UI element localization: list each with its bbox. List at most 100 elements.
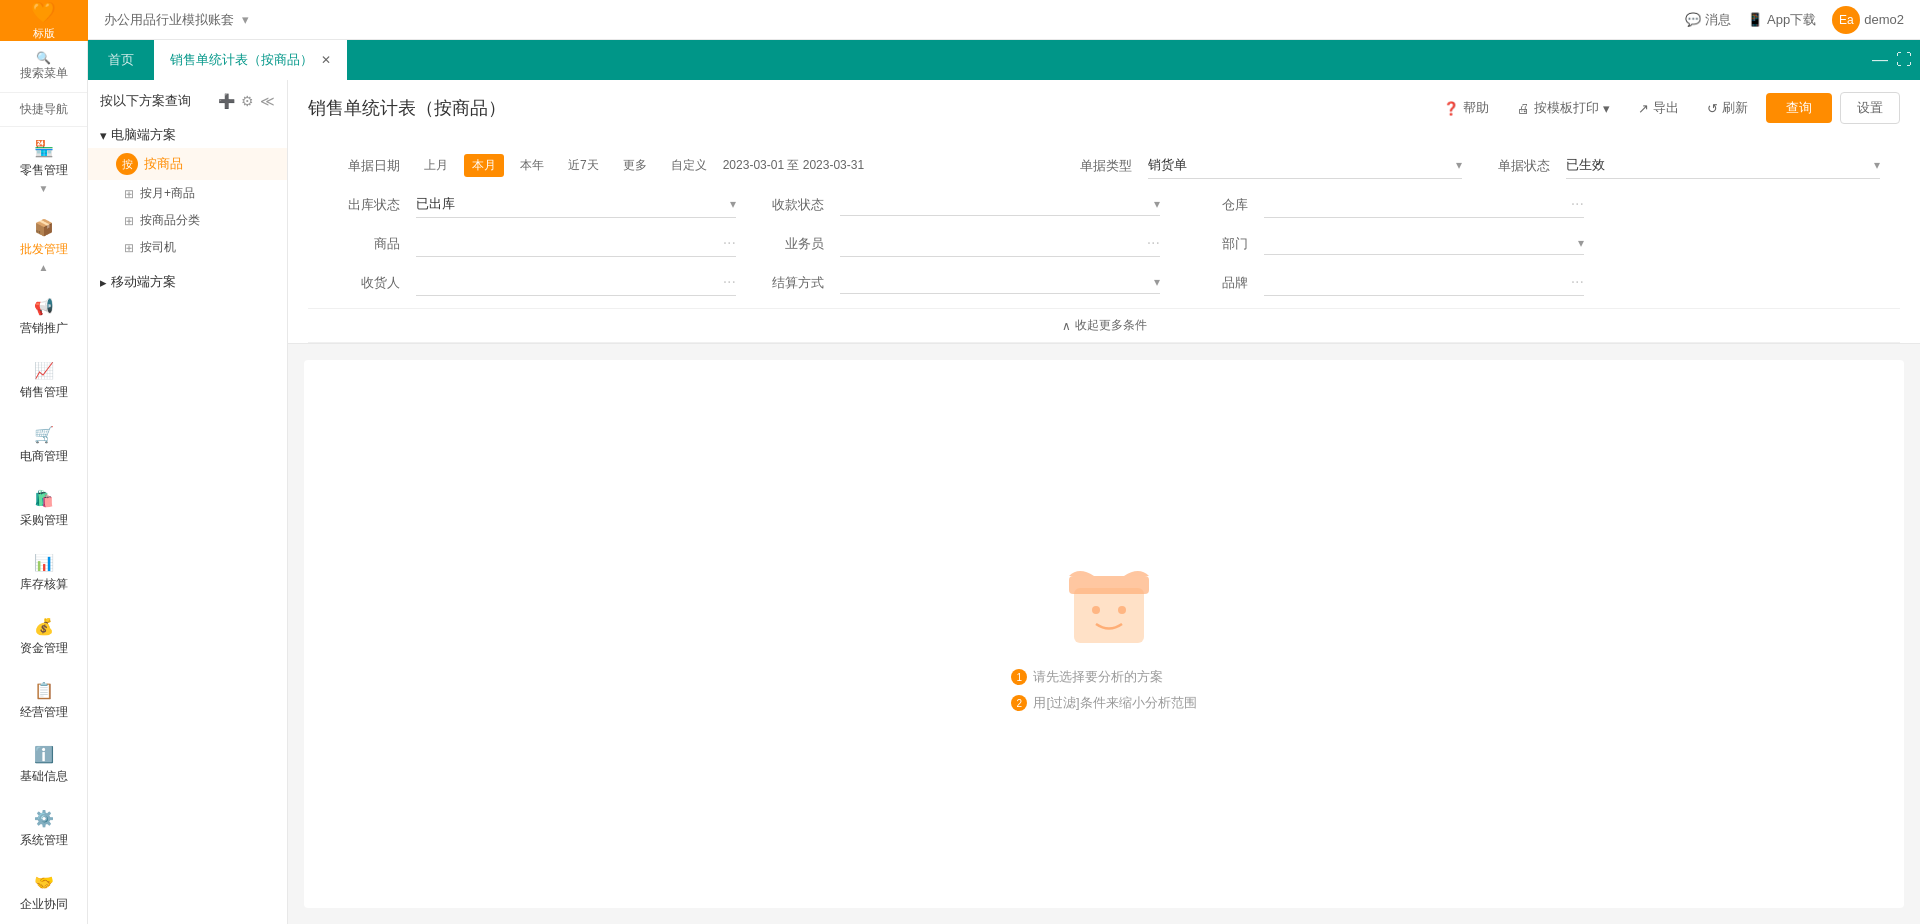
goods-filter[interactable]: ··· [416, 230, 736, 257]
date-tab-7days[interactable]: 近7天 [560, 154, 607, 177]
date-tab-custom[interactable]: 自定义 [663, 154, 715, 177]
query-btn[interactable]: 查询 [1766, 93, 1832, 123]
inventory-label: 库存核算 [20, 576, 68, 593]
desktop-group-title[interactable]: ▾ 电脑端方案 [88, 122, 287, 148]
settings-scheme-icon[interactable]: ⚙ [241, 93, 254, 109]
date-filter: 上月 本月 本年 近7天 更多 自定义 2023-03-01 至 2023-03… [416, 154, 864, 177]
sidebar-item-inventory[interactable]: 📊 库存核算 [0, 541, 87, 605]
payment-filter[interactable]: ▾ [840, 193, 1160, 216]
date-tab-more[interactable]: 更多 [615, 154, 655, 177]
add-scheme-icon[interactable]: ➕ [218, 93, 235, 109]
warehouse-filter[interactable]: ··· [1264, 191, 1584, 218]
collapse-panel-icon[interactable]: ≪ [260, 93, 275, 109]
message-btn[interactable]: 💬 消息 [1685, 11, 1731, 29]
salesperson-filter[interactable]: ··· [840, 230, 1160, 257]
refresh-icon: ↺ [1707, 101, 1718, 116]
help-btn[interactable]: ❓ 帮助 [1433, 95, 1499, 121]
warehouse-dots-icon[interactable]: ··· [1571, 195, 1584, 213]
filter-row-1: 单据日期 上月 本月 本年 近7天 更多 自定义 2023-03-01 至 20… [328, 152, 1880, 179]
sidebar-item-operations[interactable]: 📋 经营管理 [0, 669, 87, 733]
table-icon-2: ⊞ [124, 214, 134, 228]
by-category-label: 按商品分类 [140, 212, 200, 229]
download-icon: 📱 [1747, 12, 1763, 27]
doc-status-filter[interactable]: 已生效 ▾ [1566, 152, 1880, 179]
doc-type-filter[interactable]: 销货单 ▾ [1148, 152, 1462, 179]
settings-btn[interactable]: 设置 [1840, 92, 1900, 124]
by-warehouse-label: 按司机 [140, 239, 176, 256]
app-logo[interactable]: 🧡 标版 [0, 0, 88, 41]
recipient-dots-icon[interactable]: ··· [723, 273, 736, 291]
payment-dropdown-icon: ▾ [1154, 197, 1160, 211]
quick-nav-btn[interactable]: 快捷导航 [0, 93, 87, 127]
tab-close-icon[interactable]: ✕ [321, 53, 331, 67]
refresh-label: 刷新 [1722, 99, 1748, 117]
sidebar-item-marketing[interactable]: 📢 营销推广 [0, 285, 87, 349]
salesperson-dots-icon[interactable]: ··· [1147, 234, 1160, 252]
app-download-btn[interactable]: 📱 App下载 [1747, 11, 1816, 29]
filter-section: 单据日期 上月 本月 本年 近7天 更多 自定义 2023-03-01 至 20… [308, 136, 1900, 343]
brand-filter[interactable]: ··· [1264, 269, 1584, 296]
finance-icon: 💰 [34, 617, 54, 636]
export-label: 导出 [1653, 99, 1679, 117]
system-icon: ⚙️ [34, 809, 54, 828]
search-menu-btn[interactable]: 🔍 搜索菜单 [0, 41, 87, 93]
recipient-filter[interactable]: ··· [416, 269, 736, 296]
brand-dots-icon[interactable]: ··· [1571, 273, 1584, 291]
tab-bar-actions: — ⛶ [1872, 51, 1920, 69]
date-range: 2023-03-01 至 2023-03-31 [723, 157, 864, 174]
sidebar-item-wholesale[interactable]: 📦 批发管理 ▲ [0, 206, 87, 285]
filter-row-4: 收货人 ··· 结算方式 ▾ 品牌 ··· [328, 269, 1880, 296]
message-label: 消息 [1705, 11, 1731, 29]
settlement-dropdown-icon: ▾ [1154, 275, 1160, 289]
tree-item-by-category[interactable]: ⊞ 按商品分类 [88, 207, 287, 234]
tree-item-by-month-goods[interactable]: ⊞ 按月+商品 [88, 180, 287, 207]
delivery-dropdown-icon: ▾ [730, 197, 736, 211]
date-tab-thisyear[interactable]: 本年 [512, 154, 552, 177]
dropdown-icon[interactable]: ▾ [242, 12, 249, 27]
user-profile-btn[interactable]: Ea demo2 [1832, 6, 1904, 34]
settlement-filter[interactable]: ▾ [840, 271, 1160, 294]
svg-rect-0 [1074, 588, 1144, 643]
sidebar-item-finance[interactable]: 💰 资金管理 [0, 605, 87, 669]
ecommerce-label: 电商管理 [20, 448, 68, 465]
page-title-row: 销售单统计表（按商品） ❓ 帮助 🖨 按模板打印 ▾ ↗ [308, 92, 1900, 124]
by-month-goods-label: 按月+商品 [140, 185, 195, 202]
print-btn[interactable]: 🖨 按模板打印 ▾ [1507, 95, 1620, 121]
collapse-btn[interactable]: ∧ 收起更多条件 [308, 308, 1900, 342]
tab-sales-report[interactable]: 销售单统计表（按商品） ✕ [154, 40, 347, 80]
date-tab-lastmonth[interactable]: 上月 [416, 154, 456, 177]
dept-filter[interactable]: ▾ [1264, 232, 1584, 255]
left-panel-icons: ➕ ⚙ ≪ [218, 93, 275, 109]
help-icon: ❓ [1443, 101, 1459, 116]
sidebar-item-sales[interactable]: 📈 销售管理 [0, 349, 87, 413]
goods-dots-icon[interactable]: ··· [723, 234, 736, 252]
sidebar-item-basic[interactable]: ℹ️ 基础信息 [0, 733, 87, 797]
dept-dropdown-icon: ▾ [1578, 236, 1584, 250]
mobile-group-title[interactable]: ▸ 移动端方案 [88, 269, 287, 295]
maximize-icon[interactable]: ⛶ [1896, 51, 1912, 69]
svg-point-3 [1118, 606, 1126, 614]
page-content: 按以下方案查询 ➕ ⚙ ≪ ▾ 电脑端方案 按 按商品 ⊞ [88, 80, 1920, 924]
collapse-label: 收起更多条件 [1075, 317, 1147, 334]
refresh-btn[interactable]: ↺ 刷新 [1697, 95, 1758, 121]
sidebar-item-enterprise[interactable]: 🤝 企业协同 [0, 861, 87, 924]
date-tab-thismonth[interactable]: 本月 [464, 154, 504, 177]
desktop-group-label: 电脑端方案 [111, 126, 176, 144]
active-indicator: 按 [116, 153, 138, 175]
sidebar-item-purchase[interactable]: 🛍️ 采购管理 [0, 477, 87, 541]
enterprise-icon: 🤝 [34, 873, 54, 892]
tree-item-by-goods[interactable]: 按 按商品 [88, 148, 287, 180]
minimize-icon[interactable]: — [1872, 51, 1888, 69]
export-btn[interactable]: ↗ 导出 [1628, 95, 1689, 121]
tree-item-by-warehouse[interactable]: ⊞ 按司机 [88, 234, 287, 261]
delivery-filter[interactable]: 已出库 ▾ [416, 191, 736, 218]
sidebar-item-ecommerce[interactable]: 🛒 电商管理 [0, 413, 87, 477]
sidebar-item-system[interactable]: ⚙️ 系统管理 [0, 797, 87, 861]
sidebar-item-retail[interactable]: 🏪 零售管理 ▼ [0, 127, 87, 206]
warehouse-label: 仓库 [1176, 196, 1248, 214]
sales-icon: 📈 [34, 361, 54, 380]
tab-home[interactable]: 首页 [88, 40, 154, 80]
help-label: 帮助 [1463, 99, 1489, 117]
empty-svg [1054, 548, 1174, 658]
table-icon-3: ⊞ [124, 241, 134, 255]
